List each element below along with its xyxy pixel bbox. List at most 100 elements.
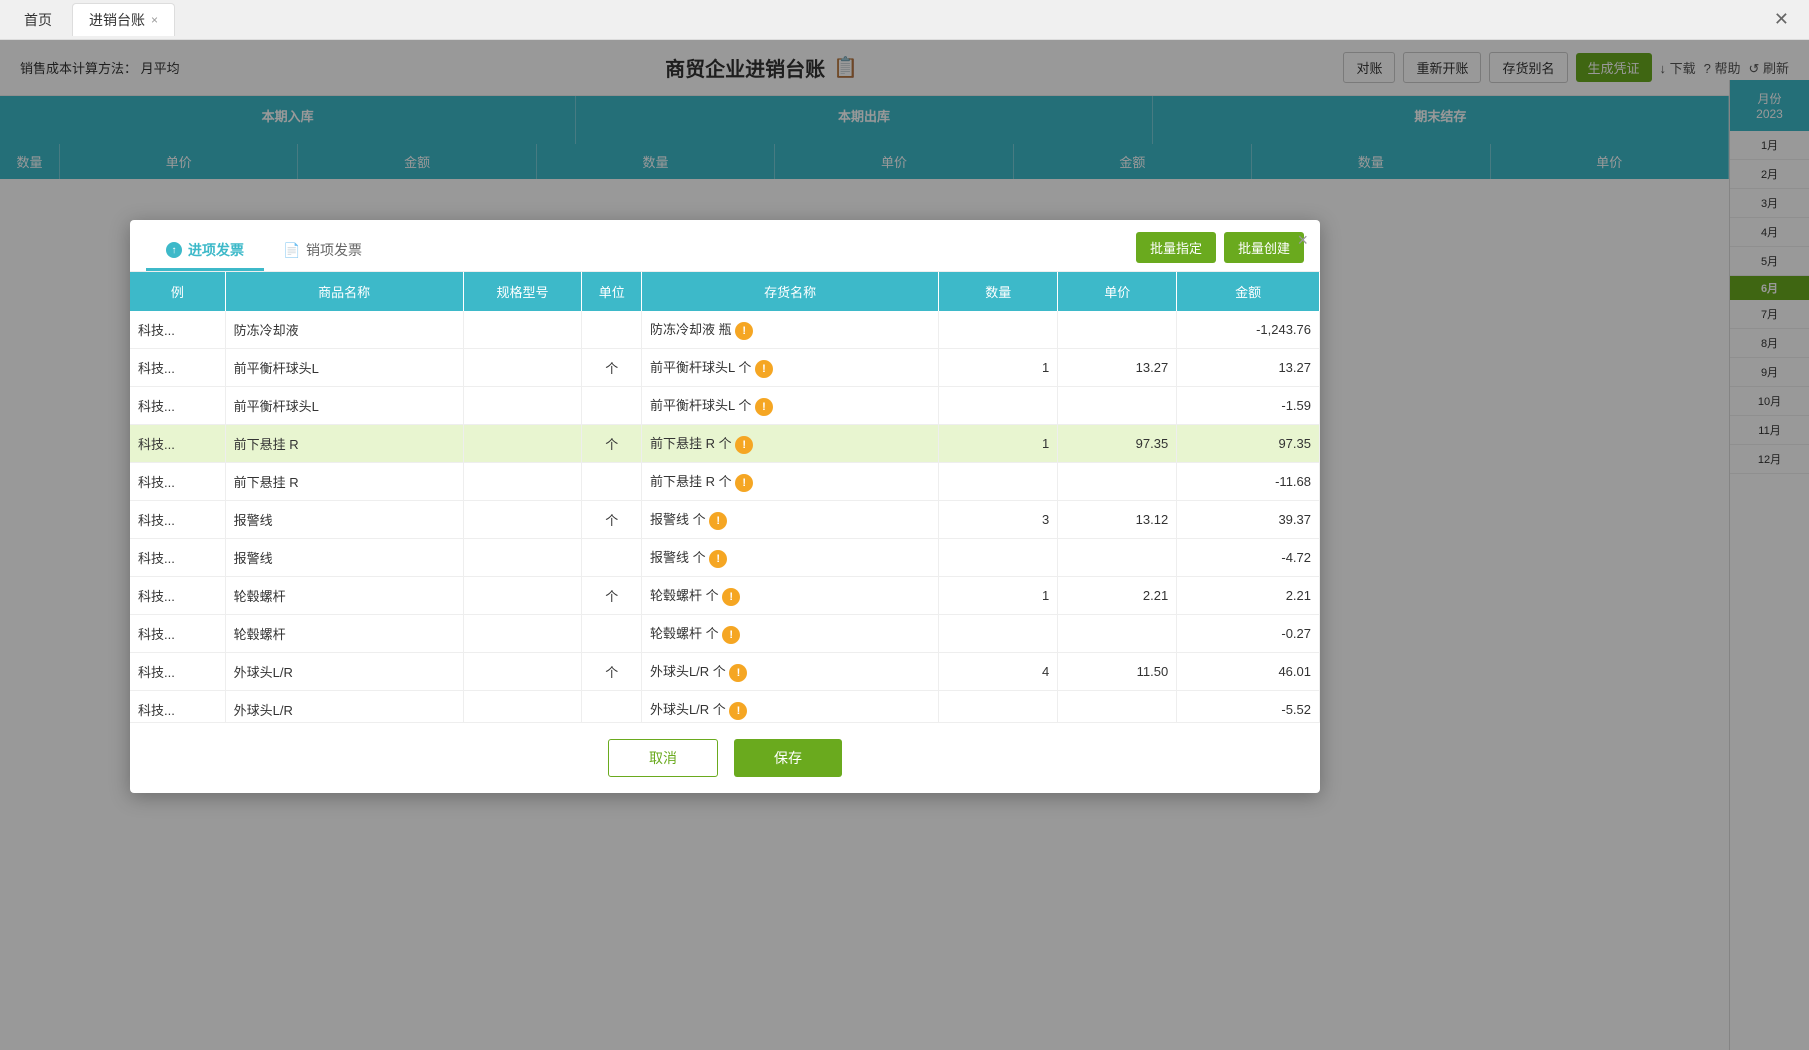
table-cell: [463, 501, 582, 539]
tab-inbound[interactable]: ↑ 进项发票: [146, 232, 264, 271]
dialog-close-icon[interactable]: ×: [1297, 230, 1308, 251]
warning-icon: !: [722, 626, 740, 644]
table-header-row: 例 商品名称 规格型号 单位 存货名称 数量 单价 金额: [130, 272, 1320, 311]
table-cell: [582, 691, 641, 723]
table-cell: [463, 691, 582, 723]
table-cell: [1058, 463, 1177, 501]
col-company: 例: [130, 272, 225, 311]
table-cell: 13.27: [1177, 349, 1320, 387]
table-cell: [463, 311, 582, 349]
tab-outbound-label: 销项发票: [306, 240, 362, 260]
main-content: 销售成本计算方法： 月平均 商贸企业进销台账 📋 对账 重新开账 存货别名 生成…: [0, 40, 1809, 1050]
table-cell: [463, 615, 582, 653]
tab-active[interactable]: 进销台账 ×: [72, 3, 175, 36]
inventory-name-cell: 报警线 个 !: [641, 501, 938, 539]
dialog-header: ↑ 进项发票 📄 销项发票 批量指定 批量创建 ×: [130, 220, 1320, 272]
inventory-name-cell: 前平衡杆球头L 个 !: [641, 349, 938, 387]
tab-home[interactable]: 首页: [8, 4, 68, 36]
table-cell: 97.35: [1058, 425, 1177, 463]
table-cell: [939, 463, 1058, 501]
dialog: ↑ 进项发票 📄 销项发票 批量指定 批量创建 × 例 商品名称 规格型号: [130, 220, 1320, 793]
table-cell: 防冻冷却液: [225, 311, 463, 349]
col-spec: 规格型号: [463, 272, 582, 311]
table-cell: 个: [582, 577, 641, 615]
table-cell: 4: [939, 653, 1058, 691]
table-cell: [1058, 691, 1177, 723]
dialog-action-buttons: 批量指定 批量创建: [1136, 232, 1304, 263]
warning-icon: !: [735, 474, 753, 492]
table-row: 科技...外球头L/R外球头L/R 个 !-5.52: [130, 691, 1320, 723]
save-button[interactable]: 保存: [734, 739, 842, 777]
table-cell: [463, 577, 582, 615]
table-row: 科技...报警线个报警线 个 !313.1239.37: [130, 501, 1320, 539]
table-cell: 前平衡杆球头L: [225, 349, 463, 387]
tab-outbound[interactable]: 📄 销项发票: [264, 232, 382, 271]
table-row: 科技...轮毂螺杆个轮毂螺杆 个 !12.212.21: [130, 577, 1320, 615]
table-row: 科技...前下悬挂 R个前下悬挂 R 个 !197.3597.35: [130, 425, 1320, 463]
inventory-name-cell: 防冻冷却液 瓶 !: [641, 311, 938, 349]
col-unit-price: 单价: [1058, 272, 1177, 311]
table-cell: [463, 539, 582, 577]
window-close-icon[interactable]: ✕: [1762, 9, 1801, 30]
table-cell: [582, 387, 641, 425]
table-cell: [1058, 615, 1177, 653]
batch-assign-button[interactable]: 批量指定: [1136, 232, 1216, 263]
table-cell: 报警线: [225, 539, 463, 577]
table-cell: 97.35: [1177, 425, 1320, 463]
inventory-name-cell: 前下悬挂 R 个 !: [641, 463, 938, 501]
table-cell: [582, 463, 641, 501]
table-cell: 科技...: [130, 463, 225, 501]
table-cell: 科技...: [130, 387, 225, 425]
dialog-table: 例 商品名称 规格型号 单位 存货名称 数量 单价 金额 科技...防冻冷却液防…: [130, 272, 1320, 722]
table-cell: 1: [939, 577, 1058, 615]
table-row: 科技...防冻冷却液防冻冷却液 瓶 !-1,243.76: [130, 311, 1320, 349]
table-row: 科技...前下悬挂 R前下悬挂 R 个 !-11.68: [130, 463, 1320, 501]
table-cell: 科技...: [130, 615, 225, 653]
table-cell: -5.52: [1177, 691, 1320, 723]
table-cell: [1058, 387, 1177, 425]
table-cell: 科技...: [130, 311, 225, 349]
table-cell: 科技...: [130, 349, 225, 387]
table-cell: 39.37: [1177, 501, 1320, 539]
table-cell: 外球头L/R: [225, 653, 463, 691]
table-cell: 13.27: [1058, 349, 1177, 387]
warning-icon: !: [722, 588, 740, 606]
inventory-name-cell: 轮毂螺杆 个 !: [641, 615, 938, 653]
warning-icon: !: [709, 550, 727, 568]
dialog-footer: 取消 保存: [130, 722, 1320, 793]
warning-icon: !: [709, 512, 727, 530]
table-cell: 2.21: [1058, 577, 1177, 615]
table-cell: [582, 539, 641, 577]
col-unit: 单位: [582, 272, 641, 311]
invoice-table: 例 商品名称 规格型号 单位 存货名称 数量 单价 金额 科技...防冻冷却液防…: [130, 272, 1320, 722]
col-amount: 金额: [1177, 272, 1320, 311]
table-cell: [939, 311, 1058, 349]
warning-icon: !: [729, 664, 747, 682]
inbound-tab-icon: ↑: [166, 242, 182, 258]
table-cell: 科技...: [130, 577, 225, 615]
table-cell: 科技...: [130, 539, 225, 577]
table-cell: [1058, 311, 1177, 349]
cancel-button[interactable]: 取消: [608, 739, 718, 777]
tab-close-icon[interactable]: ×: [151, 13, 158, 27]
table-cell: [463, 387, 582, 425]
warning-icon: !: [729, 702, 747, 720]
table-cell: 轮毂螺杆: [225, 615, 463, 653]
table-cell: 报警线: [225, 501, 463, 539]
warning-icon: !: [735, 436, 753, 454]
table-row: 科技...前平衡杆球头L个前平衡杆球头L 个 !113.2713.27: [130, 349, 1320, 387]
table-cell: [939, 615, 1058, 653]
table-cell: 3: [939, 501, 1058, 539]
batch-create-button[interactable]: 批量创建: [1224, 232, 1304, 263]
table-cell: [463, 463, 582, 501]
inventory-name-cell: 报警线 个 !: [641, 539, 938, 577]
table-cell: 科技...: [130, 425, 225, 463]
table-cell: [939, 691, 1058, 723]
table-row: 科技...前平衡杆球头L前平衡杆球头L 个 !-1.59: [130, 387, 1320, 425]
table-cell: [463, 425, 582, 463]
table-cell: -0.27: [1177, 615, 1320, 653]
table-cell: 1: [939, 425, 1058, 463]
col-inventory: 存货名称: [641, 272, 938, 311]
col-product-name: 商品名称: [225, 272, 463, 311]
warning-icon: !: [755, 398, 773, 416]
